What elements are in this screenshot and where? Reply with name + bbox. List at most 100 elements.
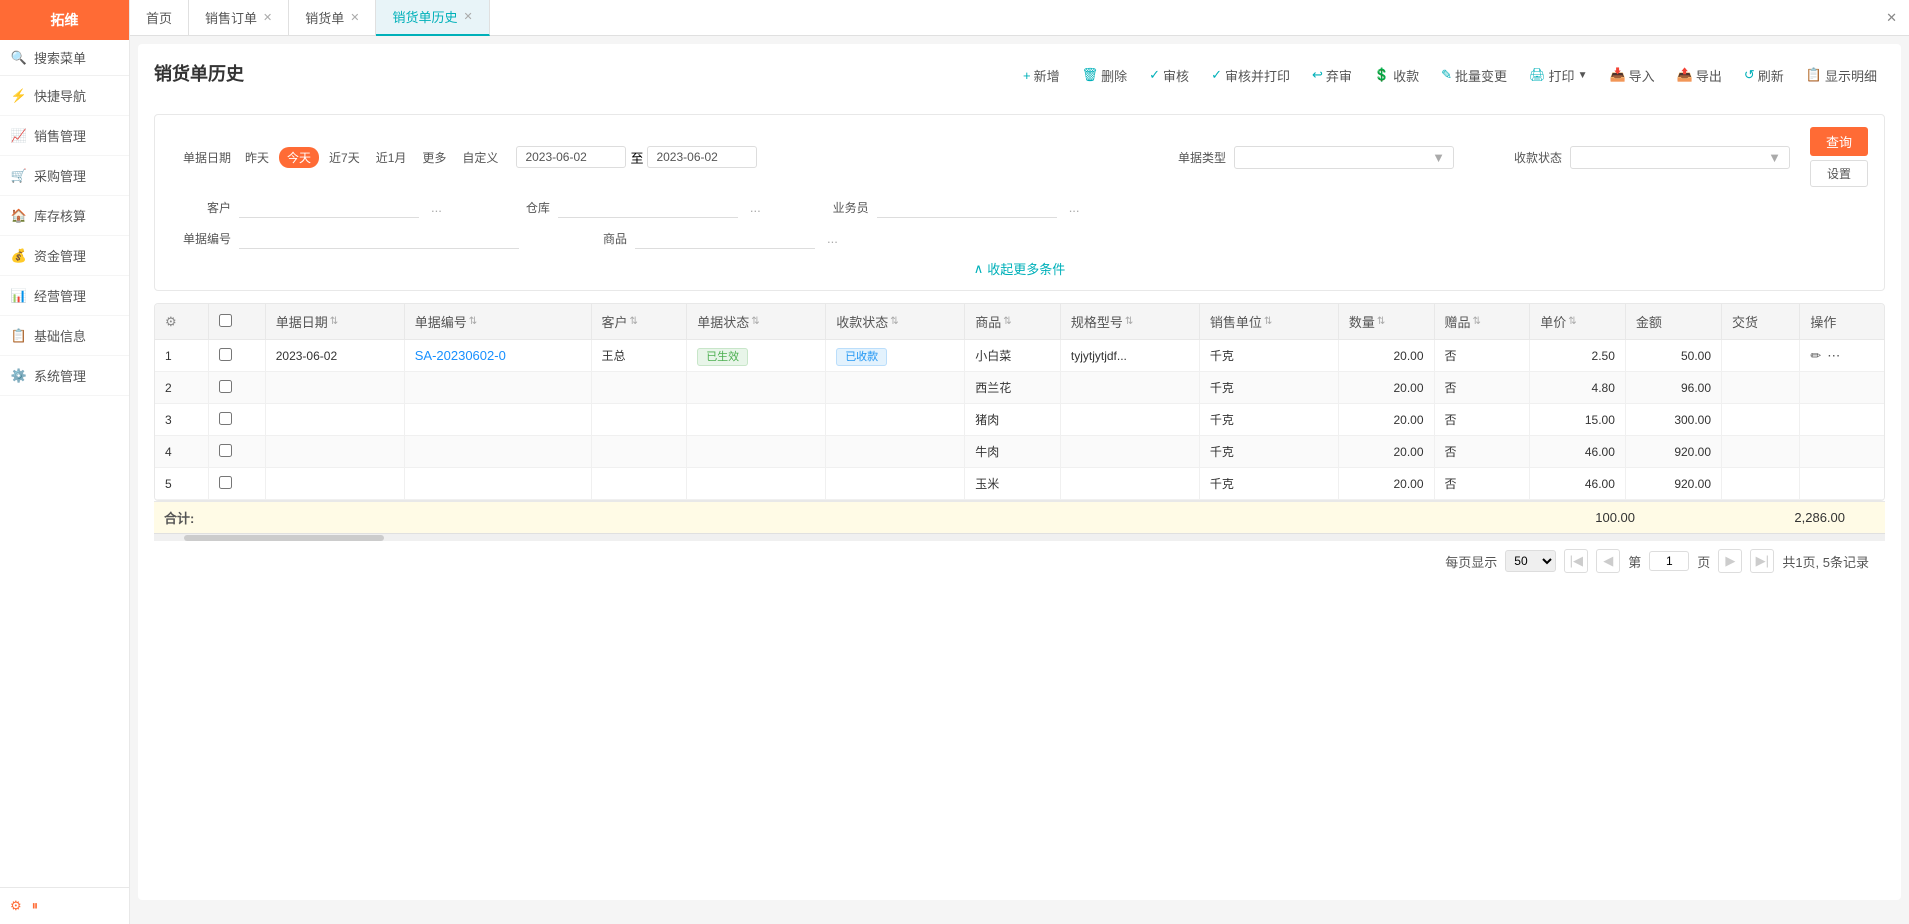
col-goods[interactable]: 商品 ⇅ xyxy=(965,304,1061,340)
col-qty[interactable]: 数量 ⇅ xyxy=(1338,304,1434,340)
doc-no-link[interactable]: SA-20230602-0 xyxy=(415,348,506,363)
tab-sales-order-close[interactable]: ✕ xyxy=(263,11,272,24)
row-checkbox[interactable] xyxy=(219,348,232,361)
shortcut-yesterday[interactable]: 昨天 xyxy=(239,147,275,168)
btn-audit[interactable]: ✓ 审核 xyxy=(1141,62,1197,89)
cell-doc-no[interactable]: SA-20230602-0 xyxy=(404,340,591,372)
cell-checkbox[interactable] xyxy=(209,436,266,468)
shortcut-1month[interactable]: 近1月 xyxy=(370,147,413,168)
page-prev-btn[interactable]: ◀ xyxy=(1596,549,1620,573)
tab-sales-goods-close[interactable]: ✕ xyxy=(350,11,359,24)
tab-sales-goods[interactable]: 销货单 ✕ xyxy=(289,0,376,36)
tab-bar-close-all[interactable]: ✕ xyxy=(1874,10,1909,26)
cell-checkbox[interactable] xyxy=(209,404,266,436)
salesperson-input[interactable] xyxy=(877,197,1057,218)
col-price[interactable]: 单价 ⇅ xyxy=(1530,304,1626,340)
goods-sort-icon: ⇅ xyxy=(1003,316,1011,327)
table-settings-icon[interactable]: ⚙ xyxy=(165,314,177,329)
col-doc-date[interactable]: 单据日期 ⇅ xyxy=(265,304,404,340)
page-input[interactable] xyxy=(1649,551,1689,571)
doc-no-input[interactable] xyxy=(239,228,519,249)
row-checkbox[interactable] xyxy=(219,380,232,393)
shortcut-more[interactable]: 更多 xyxy=(416,147,452,168)
salesperson-ellipsis[interactable]: ... xyxy=(1069,200,1080,215)
btn-collect[interactable]: 💲 收款 xyxy=(1366,62,1427,89)
row-checkbox[interactable] xyxy=(219,412,232,425)
select-all-checkbox[interactable] xyxy=(219,314,232,327)
col-doc-no[interactable]: 单据编号 ⇅ xyxy=(404,304,591,340)
btn-display-detail[interactable]: 📋 显示明细 xyxy=(1798,62,1885,89)
sidebar-item-inventory[interactable]: 🏠 库存核算 xyxy=(0,196,129,236)
btn-delete[interactable]: 🗑 删除 xyxy=(1074,62,1136,89)
shortcut-custom[interactable]: 自定义 xyxy=(456,147,504,168)
shortcut-7days[interactable]: 近7天 xyxy=(323,147,366,168)
sidebar-search[interactable]: 🔍 搜索菜单 xyxy=(0,40,129,76)
btn-print[interactable]: 🖨 打印 ▼ xyxy=(1521,62,1595,89)
page-size-select[interactable]: 50 20 100 200 xyxy=(1505,550,1556,572)
page-first-btn[interactable]: |◀ xyxy=(1564,549,1588,573)
sidebar-item-sales-mgmt[interactable]: 📈 销售管理 xyxy=(0,116,129,156)
cell-spec: tyjytjytjdf... xyxy=(1060,340,1199,372)
btn-settings[interactable]: 设置 xyxy=(1810,160,1868,187)
col-settings[interactable]: ⚙ xyxy=(155,304,209,340)
sidebar-item-quick-nav[interactable]: ⚡ 快捷导航 xyxy=(0,76,129,116)
doc-type-select[interactable]: ▼ xyxy=(1234,146,1454,169)
sidebar-item-base-info[interactable]: 📋 基础信息 xyxy=(0,316,129,356)
col-doc-status[interactable]: 单据状态 ⇅ xyxy=(687,304,826,340)
cell-action xyxy=(1800,468,1884,500)
tab-home[interactable]: 首页 xyxy=(130,0,189,36)
btn-batch-change[interactable]: ✎ 批量变更 xyxy=(1433,62,1515,89)
col-customer[interactable]: 客户 ⇅ xyxy=(591,304,687,340)
sidebar-footer-settings-icon[interactable]: ⚙ xyxy=(10,898,22,914)
sidebar-item-finance[interactable]: 💰 资金管理 xyxy=(0,236,129,276)
sidebar-footer-pause-icon[interactable]: ⏸ xyxy=(32,898,39,914)
btn-discard[interactable]: ↩ 弃审 xyxy=(1304,62,1360,89)
tab-sales-order[interactable]: 销售订单 ✕ xyxy=(189,0,289,36)
tab-sales-history[interactable]: 销货单历史 ✕ xyxy=(376,0,489,36)
col-payment-status[interactable]: 收款状态 ⇅ xyxy=(826,304,965,340)
collapse-btn[interactable]: ∧ 收起更多条件 xyxy=(171,259,1868,278)
goods-input[interactable] xyxy=(635,228,815,249)
sidebar-item-sys-mgmt[interactable]: ⚙️ 系统管理 xyxy=(0,356,129,396)
cell-doc-no[interactable] xyxy=(404,436,591,468)
tab-sales-history-close[interactable]: ✕ xyxy=(464,10,473,23)
cell-unit: 千克 xyxy=(1199,404,1338,436)
cell-checkbox[interactable] xyxy=(209,372,266,404)
row-checkbox[interactable] xyxy=(219,476,232,489)
more-icon[interactable]: ⋯ xyxy=(1827,348,1840,364)
btn-query[interactable]: 查询 xyxy=(1810,127,1868,156)
page-next-btn[interactable]: ▶ xyxy=(1718,549,1742,573)
goods-ellipsis[interactable]: ... xyxy=(827,231,838,246)
cell-doc-no[interactable] xyxy=(404,468,591,500)
cell-doc-no[interactable] xyxy=(404,404,591,436)
shortcut-today[interactable]: 今天 xyxy=(279,147,319,168)
cell-index: 4 xyxy=(155,436,209,468)
col-spec[interactable]: 规格型号 ⇅ xyxy=(1060,304,1199,340)
payment-status-select[interactable]: ▼ xyxy=(1570,146,1790,169)
date-to-input[interactable] xyxy=(647,146,757,168)
page-last-btn[interactable]: ▶| xyxy=(1750,549,1774,573)
btn-export[interactable]: 📤 导出 xyxy=(1669,62,1730,89)
cell-checkbox[interactable] xyxy=(209,340,266,372)
customer-input[interactable] xyxy=(239,197,419,218)
customer-ellipsis[interactable]: ... xyxy=(431,200,442,215)
btn-import[interactable]: 📥 导入 xyxy=(1601,62,1662,89)
btn-refresh[interactable]: ↺ 刷新 xyxy=(1736,62,1792,89)
sidebar-item-purchase-mgmt[interactable]: 🛒 采购管理 xyxy=(0,156,129,196)
btn-audit-print[interactable]: ✓ 审核并打印 xyxy=(1203,62,1298,89)
btn-new[interactable]: + 新增 xyxy=(1015,62,1068,89)
col-unit[interactable]: 销售单位 ⇅ xyxy=(1199,304,1338,340)
horizontal-scrollbar[interactable] xyxy=(154,533,1885,541)
row-checkbox[interactable] xyxy=(219,444,232,457)
base-info-icon: 📋 xyxy=(10,327,28,345)
col-gift[interactable]: 赠品 ⇅ xyxy=(1434,304,1530,340)
col-checkbox[interactable] xyxy=(209,304,266,340)
cell-trade xyxy=(1722,372,1800,404)
warehouse-input[interactable] xyxy=(558,197,738,218)
warehouse-ellipsis[interactable]: ... xyxy=(750,200,761,215)
sidebar-item-operations[interactable]: 📊 经营管理 xyxy=(0,276,129,316)
cell-checkbox[interactable] xyxy=(209,468,266,500)
date-from-input[interactable] xyxy=(516,146,626,168)
edit-icon[interactable]: ✏ xyxy=(1810,348,1821,364)
cell-doc-no[interactable] xyxy=(404,372,591,404)
